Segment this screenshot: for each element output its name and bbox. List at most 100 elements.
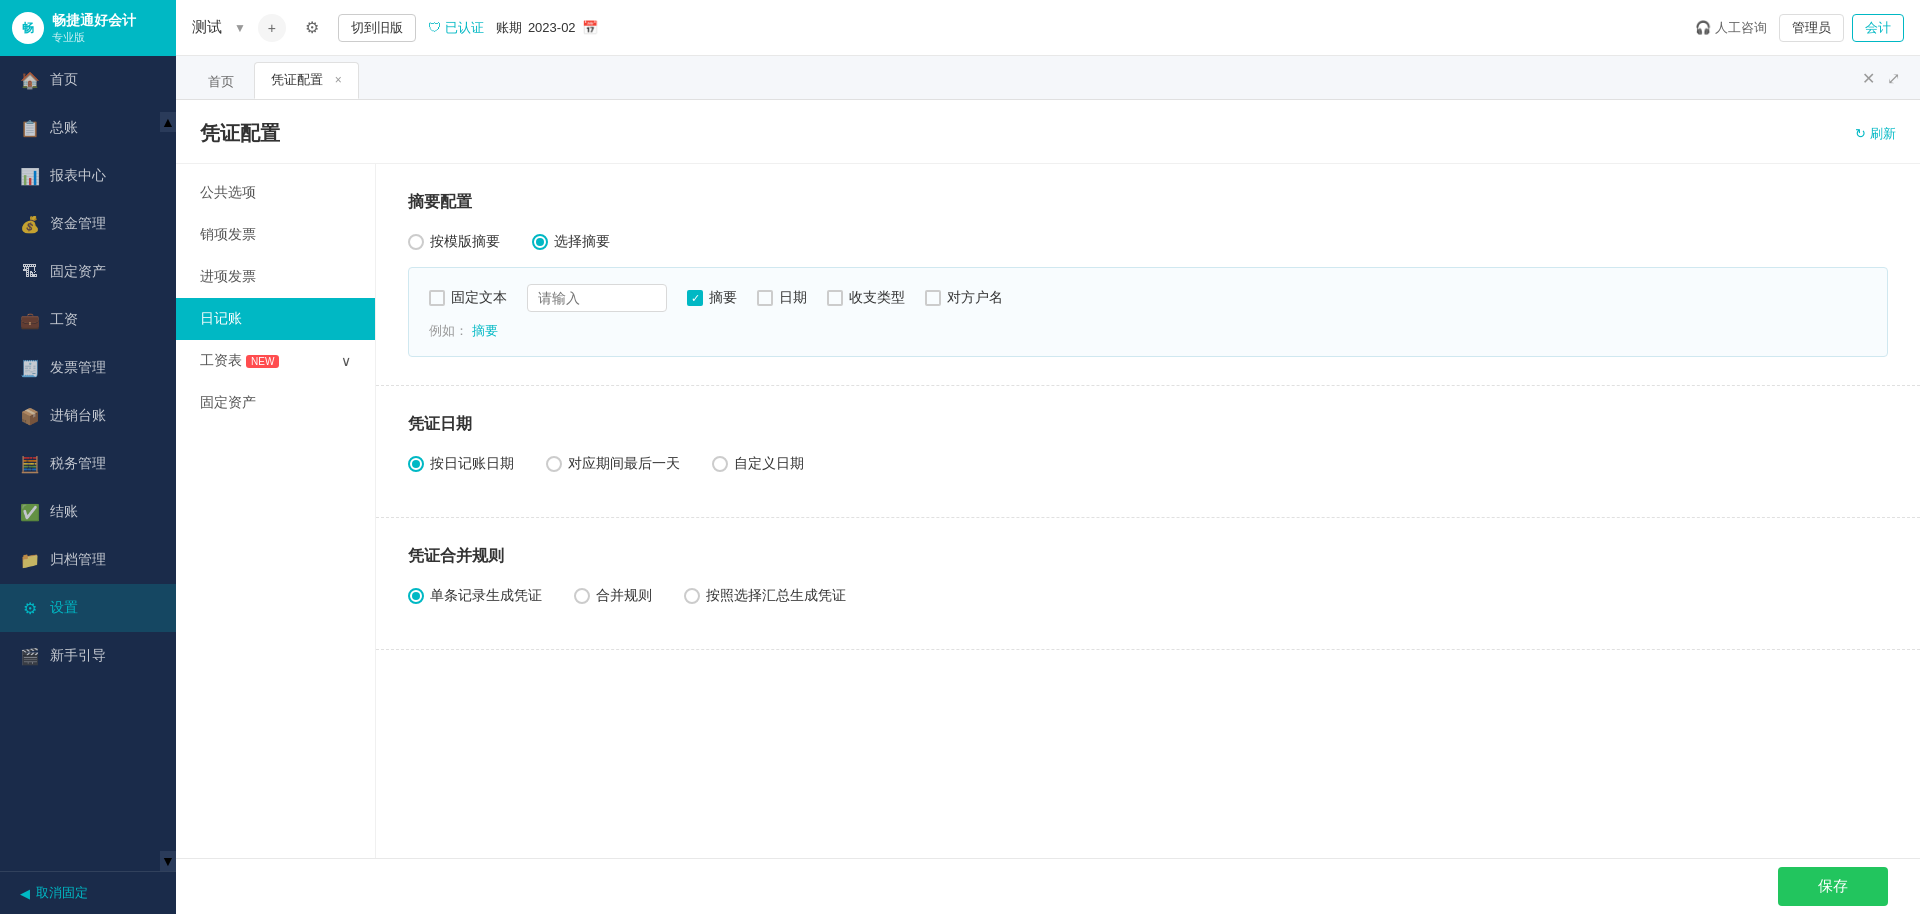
user-btns: 管理员 会计 [1779,14,1904,42]
left-nav: 公共选项 销项发票 进项发票 日记账 工资表NEW ∨ [176,164,376,914]
date-radio-group: 按日记账日期 对应期间最后一天 自定义日期 [408,455,1888,473]
counterpart-checkbox[interactable]: 对方户名 [925,289,1003,307]
income-type-checkbox[interactable]: 收支类型 [827,289,905,307]
accounting-period: 账期 2023-02 📅 [496,19,598,37]
logo-text: 畅捷通好会计 专业版 [52,11,136,44]
sidebar-item-close[interactable]: ✅ 结账 [0,488,176,536]
settings-gear-icon[interactable]: ⚙ [298,14,326,42]
footer: 保存 [176,858,1920,914]
nav-purchase-invoice[interactable]: 进项发票 [176,256,375,298]
summary-title: 摘要配置 [408,192,1888,213]
custom-date-circle [712,456,728,472]
tabs-bar: 首页 凭证配置 × ✕ ⤢ [176,56,1920,100]
content-header: 凭证配置 ↻ 刷新 [176,100,1920,164]
summary-config-box: 固定文本 摘要 日期 [408,267,1888,357]
summary-select-radio[interactable]: 选择摘要 [532,233,610,251]
accountant-btn[interactable]: 会计 [1852,14,1904,42]
home-icon: 🏠 [20,70,40,90]
consult-btn[interactable]: 🎧 人工咨询 [1695,19,1767,37]
logo-icon: 畅 [12,12,44,44]
project-dropdown-icon[interactable]: ▼ [234,21,246,35]
unpin-icon: ◀ [20,886,30,901]
sidebar-item-reports[interactable]: 📊 报表中心 [0,152,176,200]
nav-sales-invoice[interactable]: 销项发票 [176,214,375,256]
certified-badge: 🛡 已认证 [428,19,484,37]
sidebar-item-settings[interactable]: ⚙ 设置 [0,584,176,632]
summary-generate-radio[interactable]: 按照选择汇总生成凭证 [684,587,846,605]
merge-rule-radio[interactable]: 合并规则 [574,587,652,605]
sidebar-item-tax[interactable]: 🧮 税务管理 [0,440,176,488]
merge-rule-circle [574,588,590,604]
page-title: 凭证配置 [200,120,280,147]
right-content: 摘要配置 按模版摘要 选择摘要 [376,164,1920,914]
date-title: 凭证日期 [408,414,1888,435]
fixed-text-checkbox[interactable]: 固定文本 [429,289,507,307]
fixed-text-checkbox-box [429,290,445,306]
shield-icon: 🛡 [428,20,441,35]
manager-btn[interactable]: 管理员 [1779,14,1844,42]
sidebar-logo: 畅 畅捷通好会计 专业版 [0,0,176,56]
tabs-actions: ✕ ⤢ [1862,68,1900,87]
nav-payroll[interactable]: 工资表NEW ∨ [176,340,375,382]
sidebar-nav: 🏠 首页 📋 总账 📊 报表中心 💰 资金管理 🏗 固定资产 💼 工资 🧾 发票… [0,56,176,851]
nav-public[interactable]: 公共选项 [176,172,375,214]
summary-section: 摘要配置 按模版摘要 选择摘要 [376,164,1920,386]
ledger-icon: 📋 [20,118,40,138]
sidebar-item-assets[interactable]: 🏗 固定资产 [0,248,176,296]
select-radio-circle [532,234,548,250]
custom-date-radio[interactable]: 自定义日期 [712,455,804,473]
save-button[interactable]: 保存 [1778,867,1888,906]
tab-home[interactable]: 首页 [192,65,250,99]
summary-template-radio[interactable]: 按模版摘要 [408,233,500,251]
merge-radio-group: 单条记录生成凭证 合并规则 按照选择汇总生成凭证 [408,587,1888,605]
scroll-up-btn[interactable]: ▲ [160,112,176,132]
sidebar-item-trade[interactable]: 📦 进销台账 [0,392,176,440]
tab-close-icon[interactable]: × [335,73,342,87]
single-record-circle [408,588,424,604]
period-last-day-circle [546,456,562,472]
sidebar-item-invoice[interactable]: 🧾 发票管理 [0,344,176,392]
sidebar-item-funds[interactable]: 💰 资金管理 [0,200,176,248]
sidebar-item-archive[interactable]: 📁 归档管理 [0,536,176,584]
headset-icon: 🎧 [1695,20,1711,35]
expand-tab-btn[interactable]: ⤢ [1887,68,1900,87]
refresh-btn[interactable]: ↻ 刷新 [1855,125,1896,143]
refresh-icon: ↻ [1855,126,1866,141]
summary-checkbox-box [687,290,703,306]
switch-version-btn[interactable]: 切到旧版 [338,14,416,42]
summary-radio-group: 按模版摘要 选择摘要 [408,233,1888,251]
date-checkbox[interactable]: 日期 [757,289,807,307]
example-text: 例如： 摘要 [429,322,1867,340]
sidebar: 畅 畅捷通好会计 专业版 ▲ 🏠 首页 📋 总账 📊 报表中心 💰 资金管理 🏗… [0,0,176,914]
sidebar-item-ledger[interactable]: 📋 总账 [0,104,176,152]
archive-icon: 📁 [20,550,40,570]
journal-date-radio[interactable]: 按日记账日期 [408,455,514,473]
invoice-icon: 🧾 [20,358,40,378]
merge-title: 凭证合并规则 [408,546,1888,567]
add-btn[interactable]: + [258,14,286,42]
sidebar-item-guide[interactable]: 🎬 新手引导 [0,632,176,680]
assets-icon: 🏗 [20,262,40,282]
expand-icon: ∨ [341,353,351,369]
period-last-day-radio[interactable]: 对应期间最后一天 [546,455,680,473]
summary-generate-circle [684,588,700,604]
nav-journal[interactable]: 日记账 [176,298,375,340]
close-tab-btn[interactable]: ✕ [1862,68,1875,87]
content-area: 凭证配置 ↻ 刷新 公共选项 销项发票 进项发票 日记账 [176,100,1920,914]
summary-checkbox[interactable]: 摘要 [687,289,737,307]
new-badge: NEW [246,355,279,368]
unpin-sidebar-btn[interactable]: ◀ 取消固定 [0,871,176,914]
tax-icon: 🧮 [20,454,40,474]
sidebar-item-home[interactable]: 🏠 首页 [0,56,176,104]
calendar-icon[interactable]: 📅 [582,20,598,35]
scroll-down-btn[interactable]: ▼ [160,851,176,871]
body-layout: 公共选项 销项发票 进项发票 日记账 工资表NEW ∨ [176,164,1920,914]
nav-fixed-assets[interactable]: 固定资产 [176,382,375,424]
main-area: 凭证配置 ↻ 刷新 公共选项 销项发票 进项发票 日记账 [176,100,1920,914]
funds-icon: 💰 [20,214,40,234]
fixed-text-input[interactable] [527,284,667,312]
sidebar-item-salary[interactable]: 💼 工资 [0,296,176,344]
summary-config-row: 固定文本 摘要 日期 [429,284,1867,312]
tab-voucher-config[interactable]: 凭证配置 × [254,62,359,99]
single-record-radio[interactable]: 单条记录生成凭证 [408,587,542,605]
